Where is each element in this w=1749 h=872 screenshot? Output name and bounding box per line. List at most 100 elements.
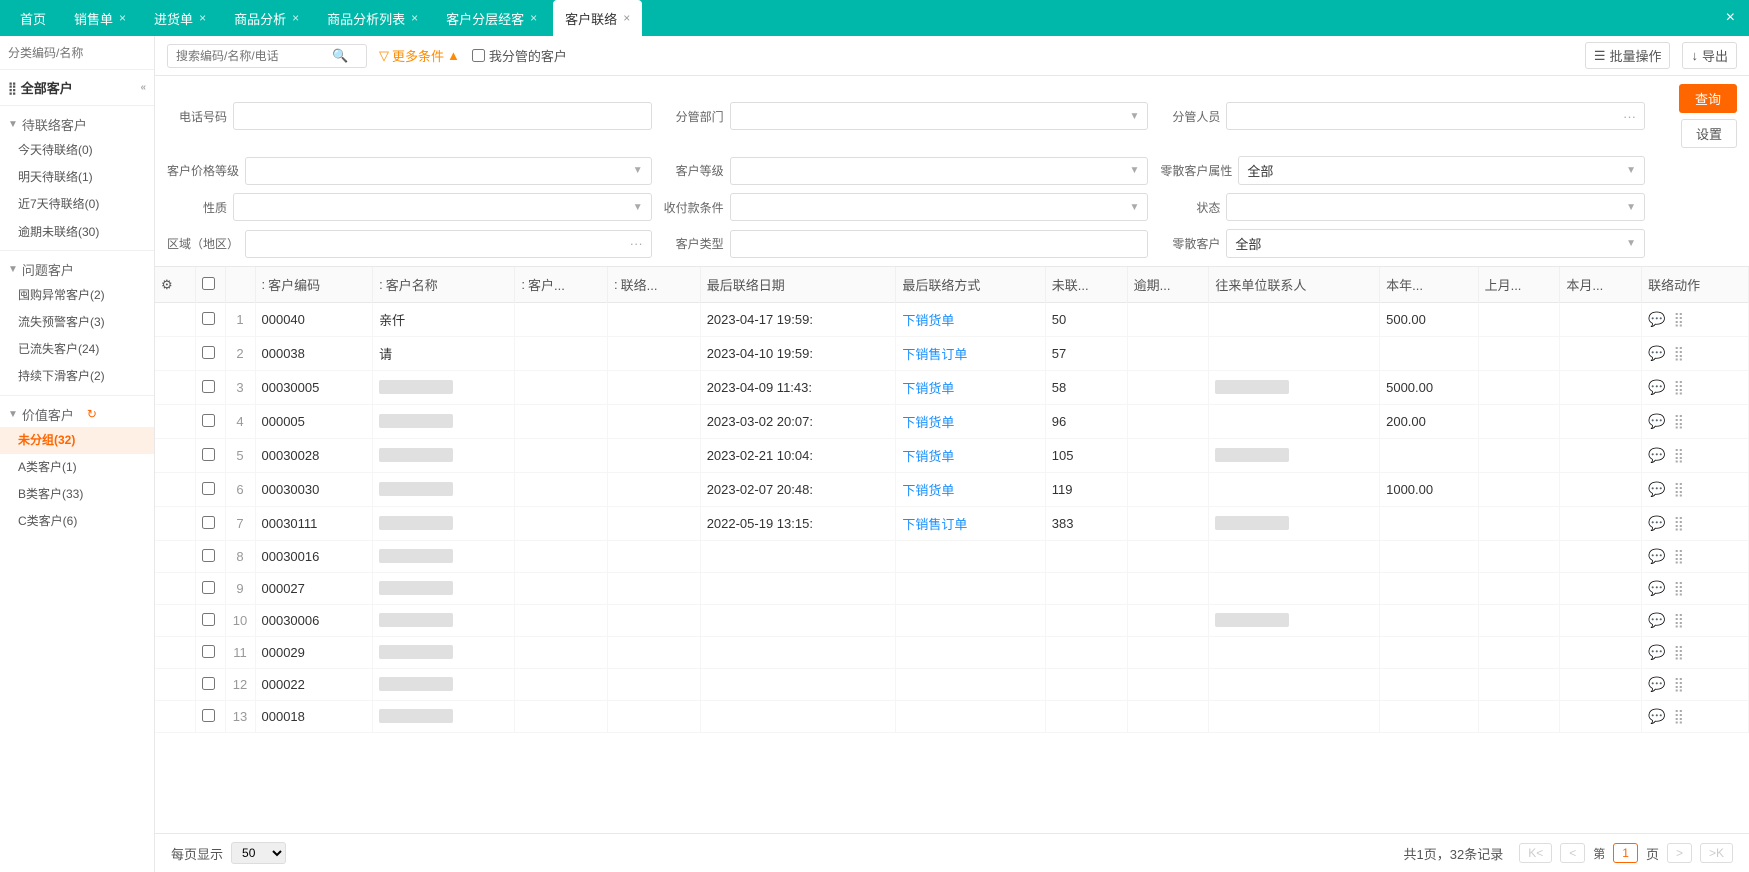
- status-input[interactable]: ▼: [1226, 193, 1645, 221]
- chat-icon[interactable]: 💬: [1648, 612, 1665, 629]
- grid-action-icon[interactable]: ⣿: [1674, 708, 1684, 725]
- chat-icon[interactable]: 💬: [1648, 548, 1665, 565]
- sidebar-item-churn-warning[interactable]: 流失预警客户(3): [0, 309, 154, 336]
- col-this-year[interactable]: 本年...: [1380, 267, 1478, 303]
- nav-close-contact[interactable]: ×: [623, 11, 630, 25]
- sidebar-item-class-a[interactable]: A类客户(1): [0, 454, 154, 481]
- row-checkbox[interactable]: [202, 613, 215, 626]
- retail-customer-input[interactable]: 全部▼: [1226, 229, 1645, 258]
- nav-customer-segment[interactable]: 客户分层经客 ×: [434, 0, 549, 36]
- row-checkbox[interactable]: [202, 581, 215, 594]
- contact-method-link[interactable]: 下销货单: [902, 483, 954, 498]
- sidebar-item-unclassified[interactable]: 未分组(32): [0, 427, 154, 454]
- contact-method-link[interactable]: 下销货单: [902, 381, 954, 396]
- row-checkbox[interactable]: [202, 516, 215, 529]
- nature-input[interactable]: ▼: [233, 193, 652, 221]
- all-customers-header[interactable]: ⣿ 全部客户 «: [0, 70, 154, 101]
- sidebar-search-input[interactable]: [8, 46, 155, 60]
- grid-action-icon[interactable]: ⣿: [1674, 447, 1684, 464]
- chat-icon[interactable]: 💬: [1648, 345, 1665, 362]
- contact-method-link[interactable]: 下销货单: [902, 313, 954, 328]
- sidebar-item-tomorrow[interactable]: 明天待联络(1): [0, 164, 154, 191]
- col-this-month[interactable]: 本月...: [1560, 267, 1642, 303]
- region-input[interactable]: ···: [245, 230, 652, 258]
- sidebar-item-today[interactable]: 今天待联络(0): [0, 137, 154, 164]
- nav-close-segment[interactable]: ×: [530, 11, 537, 25]
- nav-sales-order[interactable]: 销售单 ×: [62, 0, 138, 36]
- col-partner-contact[interactable]: 往来单位联系人: [1209, 267, 1380, 303]
- sidebar-item-lost[interactable]: 已流失客户(24): [0, 336, 154, 363]
- chat-icon[interactable]: 💬: [1648, 311, 1665, 328]
- nav-close-product-analysis[interactable]: ×: [292, 11, 299, 25]
- search-input[interactable]: [176, 49, 326, 63]
- retail-attr-input[interactable]: 全部▼: [1238, 156, 1645, 185]
- search-icon-filter[interactable]: 🔍: [332, 48, 348, 64]
- col-type[interactable]: :客户...: [515, 267, 608, 303]
- more-conditions-button[interactable]: ▽ 更多条件 ▲: [379, 46, 460, 65]
- nav-close-purchase[interactable]: ×: [199, 11, 206, 25]
- nav-customer-contact[interactable]: 客户联络 ×: [553, 0, 642, 36]
- phone-input[interactable]: [233, 102, 652, 130]
- payment-input[interactable]: ▼: [730, 193, 1149, 221]
- refresh-icon[interactable]: ↻: [87, 407, 97, 421]
- grid-action-icon[interactable]: ⣿: [1674, 580, 1684, 597]
- grid-action-icon[interactable]: ⣿: [1674, 515, 1684, 532]
- chat-icon[interactable]: 💬: [1648, 708, 1665, 725]
- window-close-button[interactable]: ×: [1720, 9, 1741, 27]
- nav-close-product-list[interactable]: ×: [411, 11, 418, 25]
- sidebar-item-class-c[interactable]: C类客户(6): [0, 508, 154, 535]
- col-last-month[interactable]: 上月...: [1478, 267, 1560, 303]
- grid-action-icon[interactable]: ⣿: [1674, 676, 1684, 693]
- col-settings[interactable]: ⚙: [155, 267, 195, 303]
- grid-action-icon[interactable]: ⣿: [1674, 644, 1684, 661]
- query-button[interactable]: 查询: [1679, 84, 1737, 113]
- grid-action-icon[interactable]: ⣿: [1674, 379, 1684, 396]
- row-checkbox[interactable]: [202, 448, 215, 461]
- sidebar-group-problem[interactable]: ▼ 问题客户: [0, 255, 154, 282]
- dept-input[interactable]: ▼: [730, 102, 1149, 130]
- row-checkbox[interactable]: [202, 312, 215, 325]
- sidebar-group-pending[interactable]: ▼ 待联络客户: [0, 110, 154, 137]
- export-button[interactable]: ↓ 导出: [1682, 42, 1737, 69]
- grid-action-icon[interactable]: ⣿: [1674, 311, 1684, 328]
- col-contact[interactable]: :联络...: [608, 267, 701, 303]
- chat-icon[interactable]: 💬: [1648, 413, 1665, 430]
- contact-method-link[interactable]: 下销货单: [902, 449, 954, 464]
- chat-icon[interactable]: 💬: [1648, 515, 1665, 532]
- row-checkbox[interactable]: [202, 414, 215, 427]
- contact-method-link[interactable]: 下销售订单: [902, 517, 967, 532]
- sidebar-item-7days[interactable]: 近7天待联络(0): [0, 191, 154, 218]
- price-grade-input[interactable]: ▼: [245, 157, 652, 185]
- nav-home[interactable]: 首页: [8, 0, 58, 36]
- chat-icon[interactable]: 💬: [1648, 676, 1665, 693]
- chat-icon[interactable]: 💬: [1648, 379, 1665, 396]
- contact-method-link[interactable]: 下销售订单: [902, 347, 967, 362]
- nav-purchase[interactable]: 进货单 ×: [142, 0, 218, 36]
- sidebar-group-value[interactable]: ▼ 价值客户 ↻: [0, 400, 154, 427]
- grid-action-icon[interactable]: ⣿: [1674, 481, 1684, 498]
- chat-icon[interactable]: 💬: [1648, 644, 1665, 661]
- last-page-button[interactable]: >K: [1700, 843, 1733, 863]
- sidebar-item-declining[interactable]: 持续下滑客户(2): [0, 363, 154, 390]
- sidebar-item-class-b[interactable]: B类客户(33): [0, 481, 154, 508]
- col-last-contact-date[interactable]: 最后联络日期: [700, 267, 896, 303]
- my-customers-check-input[interactable]: [472, 49, 485, 62]
- row-checkbox[interactable]: [202, 645, 215, 658]
- my-customers-checkbox[interactable]: 我分管的客户: [472, 46, 567, 65]
- customer-type-input[interactable]: [730, 230, 1149, 258]
- col-last-contact-method[interactable]: 最后联络方式: [896, 267, 1045, 303]
- next-page-button[interactable]: >: [1667, 843, 1692, 863]
- select-all-checkbox[interactable]: [202, 277, 215, 290]
- reset-button[interactable]: 设置: [1681, 119, 1737, 148]
- row-checkbox[interactable]: [202, 346, 215, 359]
- manager-input[interactable]: ···: [1226, 102, 1645, 130]
- grid-action-icon[interactable]: ⣿: [1674, 345, 1684, 362]
- col-overdue[interactable]: 逾期...: [1127, 267, 1209, 303]
- first-page-button[interactable]: K<: [1519, 843, 1552, 863]
- chat-icon[interactable]: 💬: [1648, 481, 1665, 498]
- row-checkbox[interactable]: [202, 482, 215, 495]
- nav-product-analysis[interactable]: 商品分析 ×: [222, 0, 311, 36]
- customer-grade-input[interactable]: ▼: [730, 157, 1149, 185]
- sidebar-item-hoarding[interactable]: 囤购异常客户(2): [0, 282, 154, 309]
- col-code[interactable]: :客户编码: [255, 267, 373, 303]
